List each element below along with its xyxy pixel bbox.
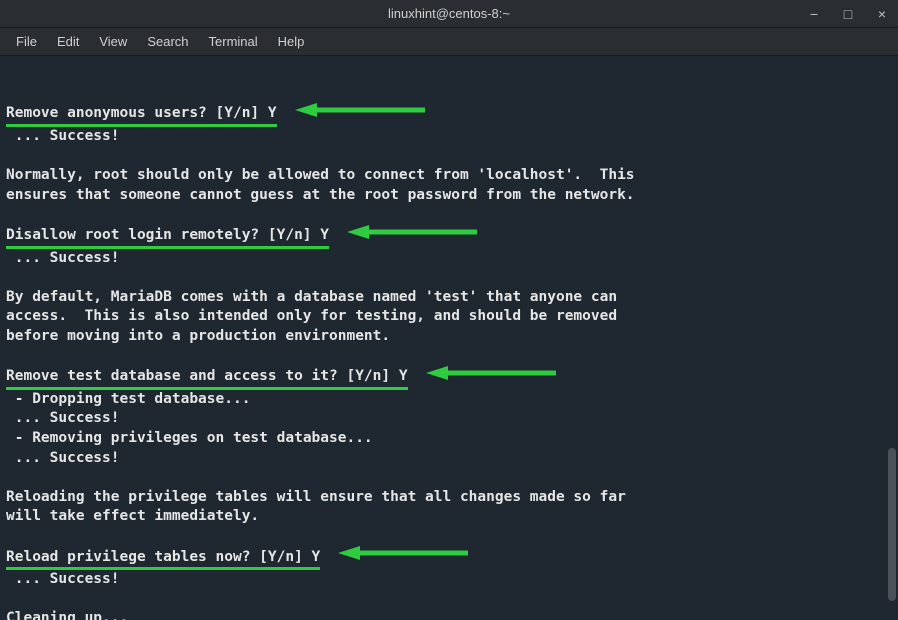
- terminal-text: [6, 591, 15, 607]
- terminal-text: [6, 347, 15, 363]
- arrow-annotation-icon: [295, 103, 425, 124]
- terminal-window: linuxhint@centos-8:~ − □ × File Edit Vie…: [0, 0, 898, 620]
- arrow-annotation-icon: [426, 366, 556, 387]
- menu-search[interactable]: Search: [139, 31, 196, 52]
- prompt-highlighted: Reload privilege tables now? [Y/n] Y: [6, 548, 320, 571]
- terminal-text: Normally, root should only be allowed to…: [6, 167, 635, 183]
- terminal-line: Normally, root should only be allowed to…: [6, 166, 892, 186]
- terminal-line: Reloading the privilege tables will ensu…: [6, 488, 892, 508]
- scrollbar-thumb[interactable]: [888, 448, 896, 601]
- terminal-line: will take effect immediately.: [6, 507, 892, 527]
- terminal-text: ... Success!: [6, 571, 120, 587]
- maximize-button[interactable]: □: [840, 6, 856, 22]
- terminal-line: before moving into a production environm…: [6, 327, 892, 347]
- prompt-highlighted: Remove anonymous users? [Y/n] Y: [6, 104, 277, 127]
- window-title: linuxhint@centos-8:~: [388, 6, 510, 21]
- menu-help[interactable]: Help: [270, 31, 313, 52]
- terminal-text: Cleaning up...: [6, 610, 128, 620]
- terminal-line: Reload privilege tables now? [Y/n] Y: [6, 546, 892, 570]
- arrow-annotation-icon: [338, 546, 468, 567]
- prompt-highlighted: Remove test database and access to it? […: [6, 367, 408, 390]
- terminal-area[interactable]: Remove anonymous users? [Y/n] Y ... Succ…: [0, 56, 898, 620]
- scrollbar[interactable]: [886, 64, 896, 612]
- terminal-line: [6, 468, 892, 488]
- window-controls: − □ ×: [806, 6, 890, 22]
- terminal-line: [6, 205, 892, 225]
- terminal-line: [6, 590, 892, 610]
- terminal-text: will take effect immediately.: [6, 508, 259, 524]
- terminal-text: By default, MariaDB comes with a databas…: [6, 289, 617, 305]
- terminal-line: ... Success!: [6, 127, 892, 147]
- terminal-line: [6, 268, 892, 288]
- close-button[interactable]: ×: [874, 6, 890, 22]
- arrow-annotation-icon: [347, 225, 477, 246]
- terminal-line: By default, MariaDB comes with a databas…: [6, 288, 892, 308]
- terminal-text: ensures that someone cannot guess at the…: [6, 187, 635, 203]
- menu-view[interactable]: View: [91, 31, 135, 52]
- terminal-content: Remove anonymous users? [Y/n] Y ... Succ…: [6, 103, 892, 620]
- terminal-text: [6, 469, 15, 485]
- menubar: File Edit View Search Terminal Help: [0, 28, 898, 56]
- terminal-text: ... Success!: [6, 128, 120, 144]
- terminal-text: Reloading the privilege tables will ensu…: [6, 489, 626, 505]
- terminal-text: [6, 148, 15, 164]
- terminal-text: [6, 269, 15, 285]
- terminal-line: ensures that someone cannot guess at the…: [6, 186, 892, 206]
- menu-file[interactable]: File: [8, 31, 45, 52]
- terminal-line: ... Success!: [6, 570, 892, 590]
- prompt-highlighted: Disallow root login remotely? [Y/n] Y: [6, 226, 329, 249]
- terminal-line: ... Success!: [6, 409, 892, 429]
- minimize-button[interactable]: −: [806, 6, 822, 22]
- terminal-line: Cleaning up...: [6, 609, 892, 620]
- terminal-line: - Removing privileges on test database..…: [6, 429, 892, 449]
- terminal-text: [6, 206, 15, 222]
- titlebar: linuxhint@centos-8:~ − □ ×: [0, 0, 898, 28]
- terminal-text: ... Success!: [6, 450, 120, 466]
- terminal-line: ... Success!: [6, 449, 892, 469]
- terminal-text: - Removing privileges on test database..…: [6, 430, 373, 446]
- terminal-line: Disallow root login remotely? [Y/n] Y: [6, 225, 892, 249]
- terminal-line: [6, 346, 892, 366]
- menu-terminal[interactable]: Terminal: [201, 31, 266, 52]
- terminal-text: ... Success!: [6, 250, 120, 266]
- terminal-line: [6, 147, 892, 167]
- terminal-text: [6, 528, 15, 544]
- terminal-text: before moving into a production environm…: [6, 328, 390, 344]
- terminal-line: Remove anonymous users? [Y/n] Y: [6, 103, 892, 127]
- terminal-line: Remove test database and access to it? […: [6, 366, 892, 390]
- terminal-line: - Dropping test database...: [6, 390, 892, 410]
- terminal-line: [6, 527, 892, 547]
- terminal-text: - Dropping test database...: [6, 391, 250, 407]
- terminal-line: access. This is also intended only for t…: [6, 307, 892, 327]
- menu-edit[interactable]: Edit: [49, 31, 87, 52]
- terminal-text: ... Success!: [6, 410, 120, 426]
- terminal-line: ... Success!: [6, 249, 892, 269]
- terminal-text: access. This is also intended only for t…: [6, 308, 617, 324]
